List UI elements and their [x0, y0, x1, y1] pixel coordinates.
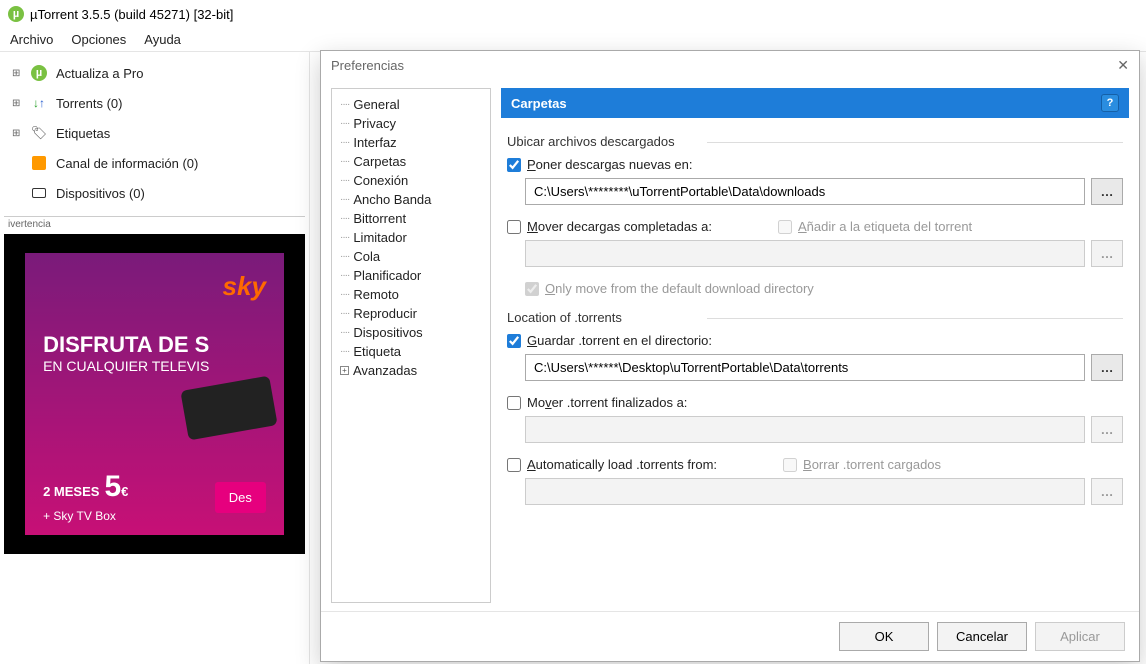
browse-button[interactable]: … [1091, 178, 1123, 205]
ad-cta-button[interactable]: Des [215, 482, 266, 513]
preferences-panel: Carpetas ? Ubicar archivos descargados P… [501, 88, 1129, 603]
tree-item-label[interactable]: ····Etiqueta [336, 342, 486, 361]
input-completed-path [525, 240, 1085, 267]
sidebar-item-upgrade[interactable]: ⊞ Actualiza a Pro [4, 58, 305, 88]
ad-label: ivertencia [4, 216, 305, 232]
label-move-finished-torrents: Mover .torrent finalizados a: [527, 395, 687, 410]
label-only-move-default: Only move from the default download dire… [545, 281, 814, 296]
browse-button: … [1091, 240, 1123, 267]
label-delete-loaded: Borrar .torrent cargados [803, 457, 941, 472]
browse-button[interactable]: … [1091, 354, 1123, 381]
ad-banner[interactable]: sky DISFRUTA DE S EN CUALQUIER TELEVIS 2… [25, 253, 284, 535]
tree-item-limiter[interactable]: ····Limitador [336, 228, 486, 247]
preferences-dialog: Preferencias ✕ ····General ····Privacy ·… [320, 50, 1140, 662]
sidebar-label: Canal de información (0) [56, 156, 198, 171]
checkbox-delete-loaded [783, 458, 797, 472]
menu-options[interactable]: Opciones [71, 32, 126, 47]
tree-item-connection[interactable]: ····Conexión [336, 171, 486, 190]
sidebar-item-labels[interactable]: ⊞ 🏷 Etiquetas [4, 118, 305, 148]
sidebar-item-torrents[interactable]: ⊞ ↓↑ Torrents (0) [4, 88, 305, 118]
tree-item-privacy[interactable]: ····Privacy [336, 114, 486, 133]
checkbox-only-move-default [525, 282, 539, 296]
sidebar: ⊞ Actualiza a Pro ⊞ ↓↑ Torrents (0) ⊞ 🏷 … [0, 52, 310, 664]
titlebar: µTorrent 3.5.5 (build 45271) [32-bit] [0, 0, 1146, 28]
tree-item-bandwidth[interactable]: ····Ancho Banda [336, 190, 486, 209]
tree-item-folders[interactable]: ····Carpetas [336, 152, 486, 171]
preferences-tree: ····General ····Privacy ····Interfaz ···… [331, 88, 491, 603]
ad-price: 2 MESES 5€ + Sky TV Box [43, 470, 128, 525]
tree-item-remote[interactable]: ····Remoto [336, 285, 486, 304]
sidebar-item-feeds[interactable]: Canal de información (0) [4, 148, 305, 178]
panel-title: Carpetas [511, 96, 567, 111]
browse-button: … [1091, 478, 1123, 505]
ad-container: sky DISFRUTA DE S EN CUALQUIER TELEVIS 2… [4, 234, 305, 554]
ad-subhead: EN CUALQUIER TELEVIS [43, 358, 266, 374]
checkbox-auto-load-torrents[interactable] [507, 458, 521, 472]
sidebar-label: Etiquetas [56, 126, 110, 141]
ad-brand: sky [43, 271, 266, 302]
label-move-completed: Mover decargas completadas a: [527, 219, 712, 234]
dialog-title: Preferencias [331, 58, 404, 73]
tag-icon: 🏷 [30, 124, 48, 142]
checkbox-put-new-downloads[interactable] [507, 158, 521, 172]
apply-button: Aplicar [1035, 622, 1125, 651]
checkbox-move-completed[interactable] [507, 220, 521, 234]
expand-plus-icon[interactable]: + [340, 366, 349, 375]
close-icon[interactable]: ✕ [1117, 57, 1129, 74]
tree-item-devices[interactable]: ····Dispositivos [336, 323, 486, 342]
input-torrents-path[interactable] [525, 354, 1085, 381]
device-icon [30, 184, 48, 202]
input-new-downloads-path[interactable] [525, 178, 1085, 205]
menubar: Archivo Opciones Ayuda [0, 28, 1146, 52]
tree-item-queue[interactable]: ····Cola [336, 247, 486, 266]
tree-item-general[interactable]: ····General [336, 95, 486, 114]
help-icon[interactable]: ? [1101, 94, 1119, 112]
tree-item-advanced[interactable]: +Avanzadas [336, 361, 486, 380]
label-auto-load-torrents: Automatically load .torrents from: [527, 457, 717, 472]
expand-icon: ⊞ [12, 68, 22, 79]
sidebar-label: Actualiza a Pro [56, 66, 143, 81]
sidebar-label: Torrents (0) [56, 96, 122, 111]
ad-product-image [180, 376, 277, 441]
checkbox-move-finished-torrents[interactable] [507, 396, 521, 410]
label-put-new-downloads: PPoner descargas nuevas en:oner descarga… [527, 157, 693, 172]
checkbox-append-label [778, 220, 792, 234]
ok-button[interactable]: OK [839, 622, 929, 651]
ad-headline: DISFRUTA DE S [43, 332, 266, 358]
tree-item-bittorrent[interactable]: ····Bittorrent [336, 209, 486, 228]
utorrent-logo-icon [8, 6, 24, 22]
sidebar-label: Dispositivos (0) [56, 186, 145, 201]
label-append-label: Añadir a la etiqueta del torrent [798, 219, 972, 234]
menu-help[interactable]: Ayuda [144, 32, 181, 47]
input-finished-torrents-path [525, 416, 1085, 443]
label-store-torrents: Guardar .torrent en el directorio: [527, 333, 712, 348]
expand-icon: ⊞ [12, 98, 22, 109]
window-title: µTorrent 3.5.5 (build 45271) [32-bit] [30, 7, 233, 22]
sidebar-item-devices[interactable]: Dispositivos (0) [4, 178, 305, 208]
rss-icon [30, 154, 48, 172]
tree-item-scheduler[interactable]: ····Planificador [336, 266, 486, 285]
group-torrent-location: Location of .torrents [507, 310, 1123, 325]
checkbox-store-torrents[interactable] [507, 334, 521, 348]
group-downloaded-files: Ubicar archivos descargados [507, 134, 1123, 149]
browse-button: … [1091, 416, 1123, 443]
menu-file[interactable]: Archivo [10, 32, 53, 47]
tree-item-interface[interactable]: ····Interfaz [336, 133, 486, 152]
expand-icon: ⊞ [12, 128, 22, 139]
cancel-button[interactable]: Cancelar [937, 622, 1027, 651]
tree-item-playback[interactable]: ····Reproducir [336, 304, 486, 323]
utorrent-logo-icon [30, 64, 48, 82]
download-upload-icon: ↓↑ [30, 94, 48, 112]
input-auto-load-path [525, 478, 1085, 505]
